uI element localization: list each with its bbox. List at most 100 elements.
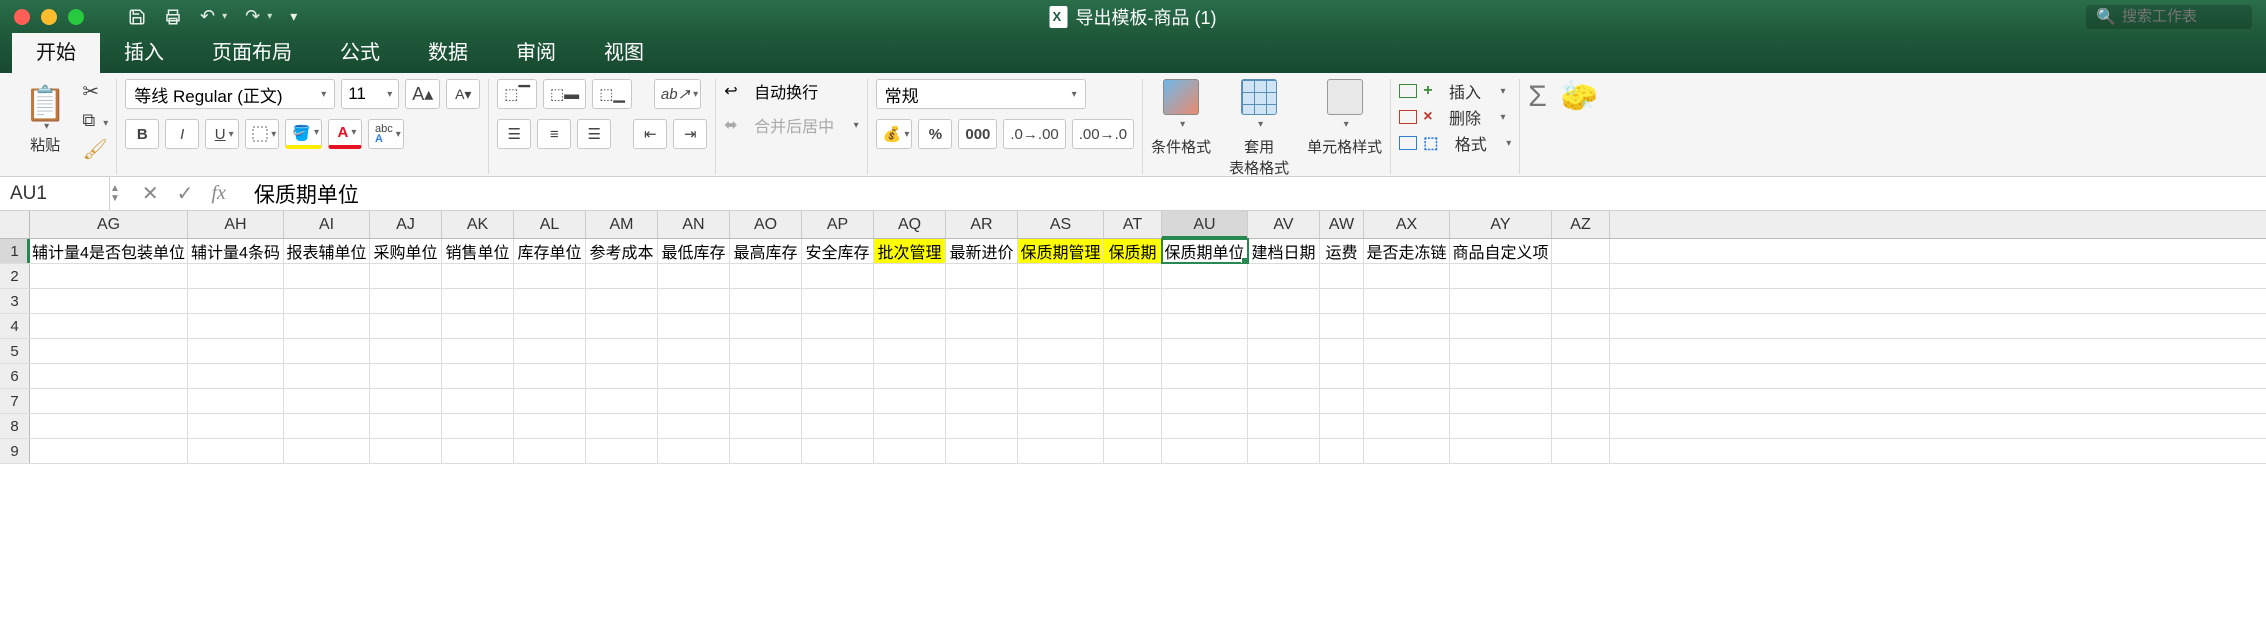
minimize-window-icon[interactable] — [41, 9, 57, 25]
italic-button[interactable]: I — [165, 119, 199, 149]
cell-AS9[interactable] — [1018, 439, 1104, 463]
cell-AT5[interactable] — [1104, 339, 1162, 363]
cell-AL5[interactable] — [514, 339, 586, 363]
cell-AP4[interactable] — [802, 314, 874, 338]
col-header-AO[interactable]: AO — [730, 211, 802, 238]
cell-AK3[interactable] — [442, 289, 514, 313]
cell-AP6[interactable] — [802, 364, 874, 388]
cell-AT8[interactable] — [1104, 414, 1162, 438]
cell-AU5[interactable] — [1162, 339, 1248, 363]
row-header-3[interactable]: 3 — [0, 289, 30, 313]
format-painter-icon[interactable]: 🖌 — [82, 137, 108, 162]
cell-AI9[interactable] — [284, 439, 370, 463]
cell-AY8[interactable] — [1450, 414, 1552, 438]
col-header-AK[interactable]: AK — [442, 211, 514, 238]
cell-AK6[interactable] — [442, 364, 514, 388]
cell-AZ6[interactable] — [1552, 364, 1610, 388]
cell-AS4[interactable] — [1018, 314, 1104, 338]
row-header-6[interactable]: 6 — [0, 364, 30, 388]
cell-AS2[interactable] — [1018, 264, 1104, 288]
borders-button[interactable]: ▾ — [245, 119, 279, 149]
cell-AJ7[interactable] — [370, 389, 442, 413]
cell-AO1[interactable]: 最高库存 — [730, 239, 802, 263]
cell-AK4[interactable] — [442, 314, 514, 338]
close-window-icon[interactable] — [14, 9, 30, 25]
cell-AN4[interactable] — [658, 314, 730, 338]
col-header-AW[interactable]: AW — [1320, 211, 1364, 238]
cell-AJ2[interactable] — [370, 264, 442, 288]
cell-AX3[interactable] — [1364, 289, 1450, 313]
cell-AI1[interactable]: 报表辅单位 — [284, 239, 370, 263]
col-header-AU[interactable]: AU — [1162, 211, 1248, 238]
cell-AN6[interactable] — [658, 364, 730, 388]
save-icon[interactable] — [128, 8, 146, 26]
cell-AO9[interactable] — [730, 439, 802, 463]
cell-AX9[interactable] — [1364, 439, 1450, 463]
cell-AS1[interactable]: 保质期管理 — [1018, 239, 1104, 263]
col-header-AQ[interactable]: AQ — [874, 211, 946, 238]
cell-AI2[interactable] — [284, 264, 370, 288]
font-color-button[interactable]: A▾ — [328, 119, 362, 149]
col-header-AH[interactable]: AH — [188, 211, 284, 238]
cell-AW6[interactable] — [1320, 364, 1364, 388]
cell-AQ9[interactable] — [874, 439, 946, 463]
cell-AL7[interactable] — [514, 389, 586, 413]
cut-icon[interactable]: ✂ — [82, 79, 108, 104]
cell-AT9[interactable] — [1104, 439, 1162, 463]
cell-AX6[interactable] — [1364, 364, 1450, 388]
cell-AL2[interactable] — [514, 264, 586, 288]
cell-AU4[interactable] — [1162, 314, 1248, 338]
cell-AR7[interactable] — [946, 389, 1018, 413]
cell-AX8[interactable] — [1364, 414, 1450, 438]
cell-AY2[interactable] — [1450, 264, 1552, 288]
align-bottom-button[interactable]: ⬚▁ — [592, 79, 632, 109]
cell-AV5[interactable] — [1248, 339, 1320, 363]
col-header-AM[interactable]: AM — [586, 211, 658, 238]
cell-AQ8[interactable] — [874, 414, 946, 438]
cell-AN3[interactable] — [658, 289, 730, 313]
cell-AG7[interactable] — [30, 389, 188, 413]
col-header-AS[interactable]: AS — [1018, 211, 1104, 238]
cell-AY1[interactable]: 商品自定义项 — [1450, 239, 1552, 263]
cell-AL1[interactable]: 库存单位 — [514, 239, 586, 263]
cell-AH1[interactable]: 辅计量4条码 — [188, 239, 284, 263]
cell-AS5[interactable] — [1018, 339, 1104, 363]
cell-AX1[interactable]: 是否走冻链 — [1364, 239, 1450, 263]
wrap-text-button[interactable]: ↩ 自动换行 — [724, 79, 858, 103]
cell-AM8[interactable] — [586, 414, 658, 438]
cell-AH5[interactable] — [188, 339, 284, 363]
autosum-icon[interactable]: Σ — [1528, 80, 1547, 114]
cell-AP1[interactable]: 安全库存 — [802, 239, 874, 263]
fill-color-button[interactable]: 🪣▾ — [285, 119, 322, 149]
cell-AP8[interactable] — [802, 414, 874, 438]
cell-AW2[interactable] — [1320, 264, 1364, 288]
cell-AU2[interactable] — [1162, 264, 1248, 288]
cell-AQ5[interactable] — [874, 339, 946, 363]
decrease-indent-button[interactable]: ⇤ — [633, 119, 667, 149]
maximize-window-icon[interactable] — [68, 9, 84, 25]
cell-AV2[interactable] — [1248, 264, 1320, 288]
spreadsheet-grid[interactable]: AGAHAIAJAKALAMANAOAPAQARASATAUAVAWAXAYAZ… — [0, 211, 2266, 464]
cell-AL8[interactable] — [514, 414, 586, 438]
cell-AZ4[interactable] — [1552, 314, 1610, 338]
cell-AH6[interactable] — [188, 364, 284, 388]
cell-AY6[interactable] — [1450, 364, 1552, 388]
cell-AO3[interactable] — [730, 289, 802, 313]
number-format-select[interactable]: 常规▾ — [876, 79, 1086, 109]
row-header-1[interactable]: 1 — [0, 239, 30, 263]
cell-AV7[interactable] — [1248, 389, 1320, 413]
merge-center-button[interactable]: ⬌ 合并后居中 ▾ — [724, 113, 858, 137]
cell-AZ9[interactable] — [1552, 439, 1610, 463]
cell-AM9[interactable] — [586, 439, 658, 463]
cell-AI6[interactable] — [284, 364, 370, 388]
cell-AX5[interactable] — [1364, 339, 1450, 363]
col-header-AZ[interactable]: AZ — [1552, 211, 1610, 238]
cell-AQ3[interactable] — [874, 289, 946, 313]
cell-AR4[interactable] — [946, 314, 1018, 338]
cell-AU8[interactable] — [1162, 414, 1248, 438]
cell-AZ1[interactable] — [1552, 239, 1610, 263]
cell-AV3[interactable] — [1248, 289, 1320, 313]
cell-AY3[interactable] — [1450, 289, 1552, 313]
cell-AO6[interactable] — [730, 364, 802, 388]
cell-AW3[interactable] — [1320, 289, 1364, 313]
